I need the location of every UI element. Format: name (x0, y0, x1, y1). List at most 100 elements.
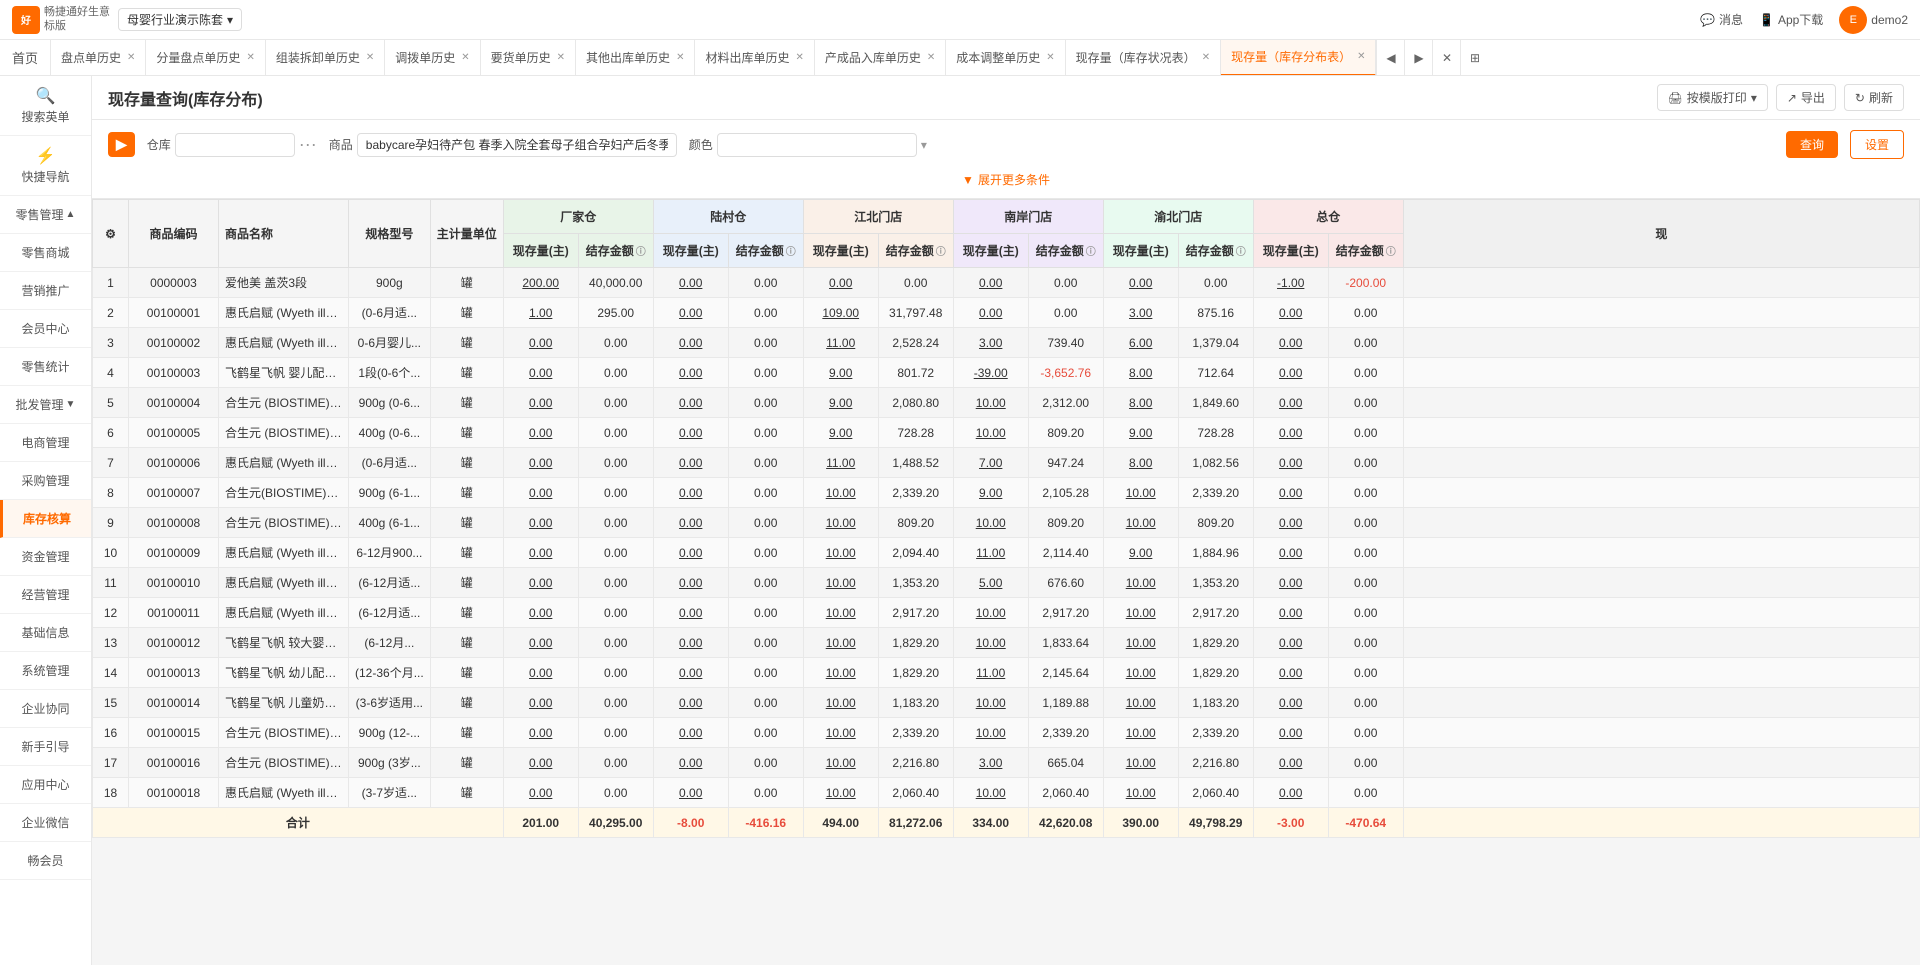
row-jb-qty[interactable]: 11.00 (803, 448, 878, 478)
tab-close-icon[interactable]: ✕ (676, 52, 684, 63)
row-f-qty[interactable]: 1.00 (503, 298, 578, 328)
row-jb-qty[interactable]: 10.00 (803, 688, 878, 718)
sidebar-item-collab[interactable]: 企业协同 (0, 690, 91, 728)
sidebar-item-vip[interactable]: 畅会员 (0, 842, 91, 880)
sidebar-item-wholesale[interactable]: 批发管理 ▼ (0, 386, 91, 424)
tab-close-all-btn[interactable]: ✕ (1432, 40, 1460, 76)
row-nb-qty[interactable]: -39.00 (953, 358, 1028, 388)
tab-item[interactable]: 盘点单历史 ✕ (51, 40, 146, 76)
tab-item[interactable]: 组装拆卸单历史 ✕ (266, 40, 385, 76)
tab-close-icon[interactable]: ✕ (927, 52, 935, 63)
sidebar-item-wecom[interactable]: 企业微信 (0, 804, 91, 842)
row-l-qty[interactable]: 0.00 (653, 328, 728, 358)
tab-item[interactable]: 材料出库单历史 ✕ (695, 40, 814, 76)
refresh-button[interactable]: ↻ 刷新 (1844, 84, 1904, 111)
row-t-qty[interactable]: 0.00 (1253, 628, 1328, 658)
row-f-qty[interactable]: 0.00 (503, 658, 578, 688)
app-download-button[interactable]: 📱 App下载 (1759, 11, 1823, 28)
row-nb-qty[interactable]: 3.00 (953, 748, 1028, 778)
row-yb-qty[interactable]: 0.00 (1103, 268, 1178, 298)
row-t-qty[interactable]: 0.00 (1253, 568, 1328, 598)
row-f-qty[interactable]: 200.00 (503, 268, 578, 298)
row-jb-qty[interactable]: 10.00 (803, 718, 878, 748)
warehouse-input[interactable] (175, 133, 295, 157)
row-f-qty[interactable]: 0.00 (503, 688, 578, 718)
tab-expand-btn[interactable]: ⊞ (1460, 40, 1488, 76)
row-nb-qty[interactable]: 10.00 (953, 388, 1028, 418)
settings-button[interactable]: 设置 (1850, 130, 1904, 159)
tab-close-icon[interactable]: ✕ (246, 52, 254, 63)
row-f-qty[interactable]: 0.00 (503, 628, 578, 658)
col-settings[interactable]: ⚙ (93, 200, 129, 268)
row-l-qty[interactable]: 0.00 (653, 718, 728, 748)
tab-item[interactable]: 要货单历史 ✕ (481, 40, 576, 76)
filter-expand-btn[interactable]: ▶ (108, 132, 135, 157)
row-jb-qty[interactable]: 11.00 (803, 328, 878, 358)
row-nb-qty[interactable]: 10.00 (953, 688, 1028, 718)
print-button[interactable]: 🖨 按模版打印 ▾ (1657, 84, 1768, 111)
row-l-qty[interactable]: 0.00 (653, 658, 728, 688)
settings-icon[interactable]: ⚙ (105, 227, 116, 241)
row-f-qty[interactable]: 0.00 (503, 388, 578, 418)
tab-close-icon[interactable]: ✕ (366, 52, 374, 63)
row-l-qty[interactable]: 0.00 (653, 508, 728, 538)
row-t-qty[interactable]: 0.00 (1253, 718, 1328, 748)
export-button[interactable]: ↗ 导出 (1776, 84, 1836, 111)
row-l-qty[interactable]: 0.00 (653, 688, 728, 718)
row-jb-qty[interactable]: 10.00 (803, 628, 878, 658)
info-icon[interactable]: ⓘ (1386, 247, 1396, 258)
product-input[interactable] (357, 133, 677, 157)
row-l-qty[interactable]: 0.00 (653, 568, 728, 598)
info-icon[interactable]: ⓘ (1236, 247, 1246, 258)
row-f-qty[interactable]: 0.00 (503, 418, 578, 448)
row-nb-qty[interactable]: 11.00 (953, 658, 1028, 688)
row-l-qty[interactable]: 0.00 (653, 448, 728, 478)
row-l-qty[interactable]: 0.00 (653, 778, 728, 808)
row-nb-qty[interactable]: 10.00 (953, 508, 1028, 538)
row-yb-qty[interactable]: 10.00 (1103, 748, 1178, 778)
row-yb-qty[interactable]: 10.00 (1103, 658, 1178, 688)
row-t-qty[interactable]: 0.00 (1253, 508, 1328, 538)
tab-item-active[interactable]: 现存量（库存分布表） ✕ (1221, 40, 1376, 76)
row-l-qty[interactable]: 0.00 (653, 748, 728, 778)
tab-item[interactable]: 成本调整单历史 ✕ (946, 40, 1065, 76)
sidebar-item-apps[interactable]: 应用中心 (0, 766, 91, 804)
sidebar-item-retail-stats[interactable]: 零售统计 (0, 348, 91, 386)
tab-item[interactable]: 产成品入库单历史 ✕ (815, 40, 946, 76)
row-jb-qty[interactable]: 10.00 (803, 508, 878, 538)
tab-item[interactable]: 现存量（库存状况表） ✕ (1066, 40, 1221, 76)
row-f-qty[interactable]: 0.00 (503, 478, 578, 508)
row-jb-qty[interactable]: 9.00 (803, 388, 878, 418)
row-f-qty[interactable]: 0.00 (503, 508, 578, 538)
row-t-qty[interactable]: 0.00 (1253, 448, 1328, 478)
row-nb-qty[interactable]: 10.00 (953, 598, 1028, 628)
sidebar-item-operations[interactable]: 经营管理 (0, 576, 91, 614)
tab-prev-btn[interactable]: ◀ (1376, 40, 1404, 76)
row-l-qty[interactable]: 0.00 (653, 538, 728, 568)
row-yb-qty[interactable]: 10.00 (1103, 508, 1178, 538)
row-yb-qty[interactable]: 10.00 (1103, 478, 1178, 508)
row-jb-qty[interactable]: 10.00 (803, 658, 878, 688)
row-jb-qty[interactable]: 10.00 (803, 478, 878, 508)
tab-close-icon[interactable]: ✕ (1046, 52, 1054, 63)
row-f-qty[interactable]: 0.00 (503, 598, 578, 628)
row-yb-qty[interactable]: 3.00 (1103, 298, 1178, 328)
row-yb-qty[interactable]: 10.00 (1103, 778, 1178, 808)
info-icon[interactable]: ⓘ (786, 247, 796, 258)
row-t-qty[interactable]: 0.00 (1253, 778, 1328, 808)
row-jb-qty[interactable]: 9.00 (803, 358, 878, 388)
row-f-qty[interactable]: 0.00 (503, 778, 578, 808)
row-nb-qty[interactable]: 10.00 (953, 418, 1028, 448)
row-nb-qty[interactable]: 0.00 (953, 268, 1028, 298)
user-area[interactable]: E demo2 (1839, 6, 1908, 34)
row-nb-qty[interactable]: 11.00 (953, 538, 1028, 568)
row-l-qty[interactable]: 0.00 (653, 358, 728, 388)
row-t-qty[interactable]: 0.00 (1253, 388, 1328, 418)
sidebar-item-search[interactable]: 🔍 搜索英单 (0, 76, 91, 136)
row-yb-qty[interactable]: 8.00 (1103, 388, 1178, 418)
row-nb-qty[interactable]: 3.00 (953, 328, 1028, 358)
row-f-qty[interactable]: 0.00 (503, 538, 578, 568)
row-t-qty[interactable]: 0.00 (1253, 298, 1328, 328)
row-jb-qty[interactable]: 10.00 (803, 598, 878, 628)
row-nb-qty[interactable]: 10.00 (953, 778, 1028, 808)
